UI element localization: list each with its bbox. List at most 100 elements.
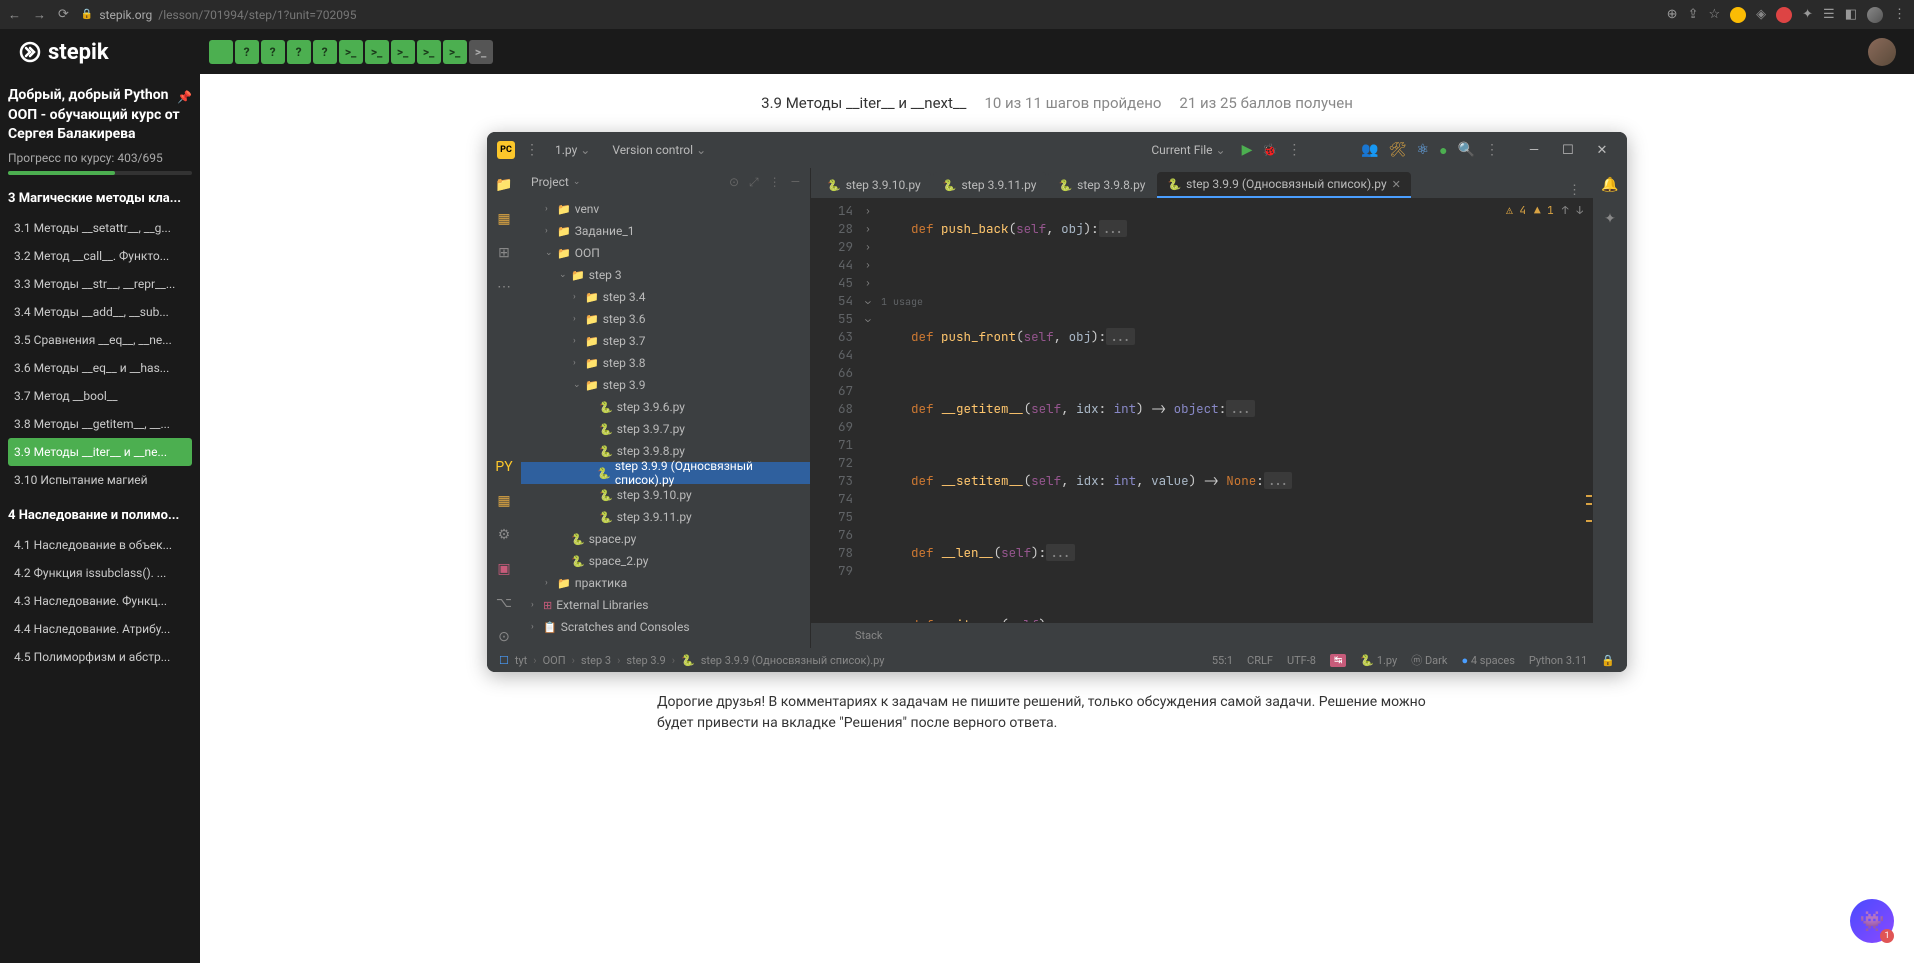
tree-item[interactable]: ›📁step 3.8	[521, 352, 810, 374]
maximize-button[interactable]: ☐	[1553, 138, 1583, 162]
step-indicator[interactable]: >_	[339, 40, 363, 64]
editor-tab[interactable]: 🐍step 3.9.11.py	[933, 172, 1047, 198]
lesson-item[interactable]: 4.3 Наследование. Функц...	[8, 587, 192, 615]
tree-item[interactable]: ›📁step 3.7	[521, 330, 810, 352]
profile-icon[interactable]	[1867, 7, 1883, 23]
tree-item[interactable]: ›📋Scratches and Consoles	[521, 616, 810, 638]
weak-warning-badge[interactable]: ▲ 1	[1534, 204, 1554, 218]
tab-badge[interactable]: ↹	[1330, 654, 1346, 667]
step-indicator[interactable]: >_	[417, 40, 441, 64]
minimize-button[interactable]: —	[1519, 138, 1549, 162]
theme-label[interactable]: ⓜ Dark	[1411, 652, 1447, 668]
side-panel-icon[interactable]: ◧	[1845, 7, 1857, 22]
tree-item[interactable]: ›⊞External Libraries	[521, 594, 810, 616]
atom-icon[interactable]: ⚛	[1417, 142, 1430, 158]
back-icon[interactable]: ←	[8, 7, 21, 23]
error-stripe[interactable]	[1583, 198, 1593, 622]
step-indicator[interactable]: >_	[391, 40, 415, 64]
vcs-dropdown[interactable]: Version control ⌄	[606, 140, 712, 160]
lesson-item[interactable]: 3.2 Метод __call__. Функто...	[8, 242, 192, 270]
search-icon[interactable]: ⊕	[1667, 7, 1678, 22]
chat-bubble[interactable]: 👾 1	[1850, 899, 1894, 943]
version-control-icon[interactable]: ⌥	[493, 592, 515, 614]
step-indicator[interactable]: >_	[365, 40, 389, 64]
avatar[interactable]	[1868, 38, 1896, 66]
section-header[interactable]: 3 Магические методы кла...	[8, 191, 192, 206]
editor-tab[interactable]: 🐍step 3.9.9 (Односвязный список).py✕	[1157, 172, 1410, 198]
extensions-icon[interactable]: ✦	[1802, 7, 1813, 22]
step-indicator[interactable]: >_	[443, 40, 467, 64]
step-indicator[interactable]: >_	[469, 40, 493, 64]
extension-icon[interactable]	[1730, 7, 1746, 23]
bookmarks-icon[interactable]: ▦	[493, 208, 515, 230]
step-indicator[interactable]: ?	[261, 40, 285, 64]
expand-icon[interactable]: ⤢	[749, 175, 759, 190]
tree-item[interactable]: ›📁venv	[521, 198, 810, 220]
reload-icon[interactable]: ⟳	[58, 7, 69, 23]
services-icon[interactable]: ▦	[493, 490, 515, 512]
search-icon[interactable]: 🔍	[1458, 142, 1475, 158]
python-console-icon[interactable]: PY	[493, 456, 515, 478]
editor-tab[interactable]: 🐍step 3.9.10.py	[817, 172, 931, 198]
project-label[interactable]: Project	[531, 175, 569, 189]
fold-gutter[interactable]: ›››››⌄⌄	[861, 198, 875, 622]
tree-item[interactable]: ›📁step 3.6	[521, 308, 810, 330]
code-with-me-icon[interactable]: 👥	[1361, 142, 1378, 158]
code-lines[interactable]: def push_back(self, obj):... 1 usage def…	[875, 198, 1593, 622]
tree-item[interactable]: 🐍space.py	[521, 528, 810, 550]
lesson-item[interactable]: 3.8 Методы __getitem__, __...	[8, 410, 192, 438]
ai-assistant-icon[interactable]: ✦	[1599, 208, 1621, 230]
tree-item[interactable]: 🐍space_2.py	[521, 550, 810, 572]
pin-icon[interactable]: 📌	[177, 90, 192, 104]
lesson-item[interactable]: 3.6 Методы __eq__ и __has...	[8, 354, 192, 382]
tree-item[interactable]: ⌄📁ООП	[521, 242, 810, 264]
hide-panel-icon[interactable]: —	[791, 175, 800, 189]
warning-badge[interactable]: ⚠ 4	[1506, 204, 1526, 218]
forward-icon[interactable]: →	[33, 7, 46, 23]
lesson-item[interactable]: 3.4 Методы __add__, __sub...	[8, 298, 192, 326]
tree-item[interactable]: ⌄📁step 3	[521, 264, 810, 286]
tab-more-icon[interactable]: ⋮	[1568, 183, 1581, 198]
more-icon[interactable]: ⋮	[1287, 142, 1301, 158]
status-dot-icon[interactable]: ●	[1439, 142, 1447, 159]
tree-item[interactable]: 🐍step 3.9.6.py	[521, 396, 810, 418]
file-dropdown[interactable]: 1.py ⌄	[549, 140, 596, 160]
lesson-item[interactable]: 3.3 Методы __str__, __repr__...	[8, 270, 192, 298]
code-editor[interactable]: 1428294445545563646667686971727374757678…	[811, 198, 1593, 622]
notifications-icon[interactable]: 🔔	[1599, 174, 1621, 196]
lesson-item[interactable]: 3.10 Испытание магией	[8, 466, 192, 494]
tree-item[interactable]: ⌄📁step 3.9	[521, 374, 810, 396]
tree-item[interactable]: ›📁step 3.4	[521, 286, 810, 308]
lesson-item[interactable]: 3.9 Методы __iter__ и __ne...	[8, 438, 192, 466]
tree-item[interactable]: 🐍step 3.9.7.py	[521, 418, 810, 440]
tree-item[interactable]: ›📁практика	[521, 572, 810, 594]
lesson-item[interactable]: 3.5 Сравнения __eq__, __ne...	[8, 326, 192, 354]
pycharm-icon[interactable]: PC	[497, 141, 515, 159]
down-nav-icon[interactable]: ↓	[1576, 204, 1583, 218]
problems-icon[interactable]: ⊙	[493, 626, 515, 648]
menu-icon[interactable]: ⋮	[525, 142, 539, 158]
project-tool-icon[interactable]: 📁	[493, 174, 515, 196]
indent-label[interactable]: ● 4 spaces	[1461, 654, 1514, 667]
tree-item[interactable]: 🐍step 3.9.9 (Односвязный список).py	[521, 462, 810, 484]
tools-icon[interactable]: 🛠	[1389, 142, 1407, 158]
lesson-item[interactable]: 3.7 Метод __bool__	[8, 382, 192, 410]
terminal-icon[interactable]: ▣	[493, 558, 515, 580]
step-indicator[interactable]: ?	[313, 40, 337, 64]
lesson-item[interactable]: 4.2 Функция issubclass(). ...	[8, 559, 192, 587]
lock-status-icon[interactable]: 🔒	[1601, 654, 1615, 667]
lesson-item[interactable]: 4.4 Наследование. Атрибу...	[8, 615, 192, 643]
cursor-position[interactable]: 55:1	[1212, 654, 1233, 667]
tree-item[interactable]: 🐍step 3.9.11.py	[521, 506, 810, 528]
extension-icon[interactable]	[1776, 7, 1792, 23]
close-button[interactable]: ✕	[1587, 138, 1617, 162]
breadcrumb[interactable]: ☐ tyt › ООП › step 3 › step 3.9 › 🐍 step…	[499, 654, 885, 667]
settings-icon[interactable]: ⋮	[1485, 142, 1499, 158]
panel-more-icon[interactable]: ⋮	[769, 175, 781, 189]
run-config[interactable]: Current File ⌄	[1145, 140, 1231, 160]
menu-icon[interactable]: ⋮	[1893, 7, 1906, 22]
lesson-item[interactable]: 4.5 Полиморфизм и абстр...	[8, 643, 192, 671]
step-indicator[interactable]	[209, 40, 233, 64]
encoding[interactable]: UTF-8	[1287, 654, 1316, 667]
target-icon[interactable]: ⊙	[729, 175, 739, 189]
